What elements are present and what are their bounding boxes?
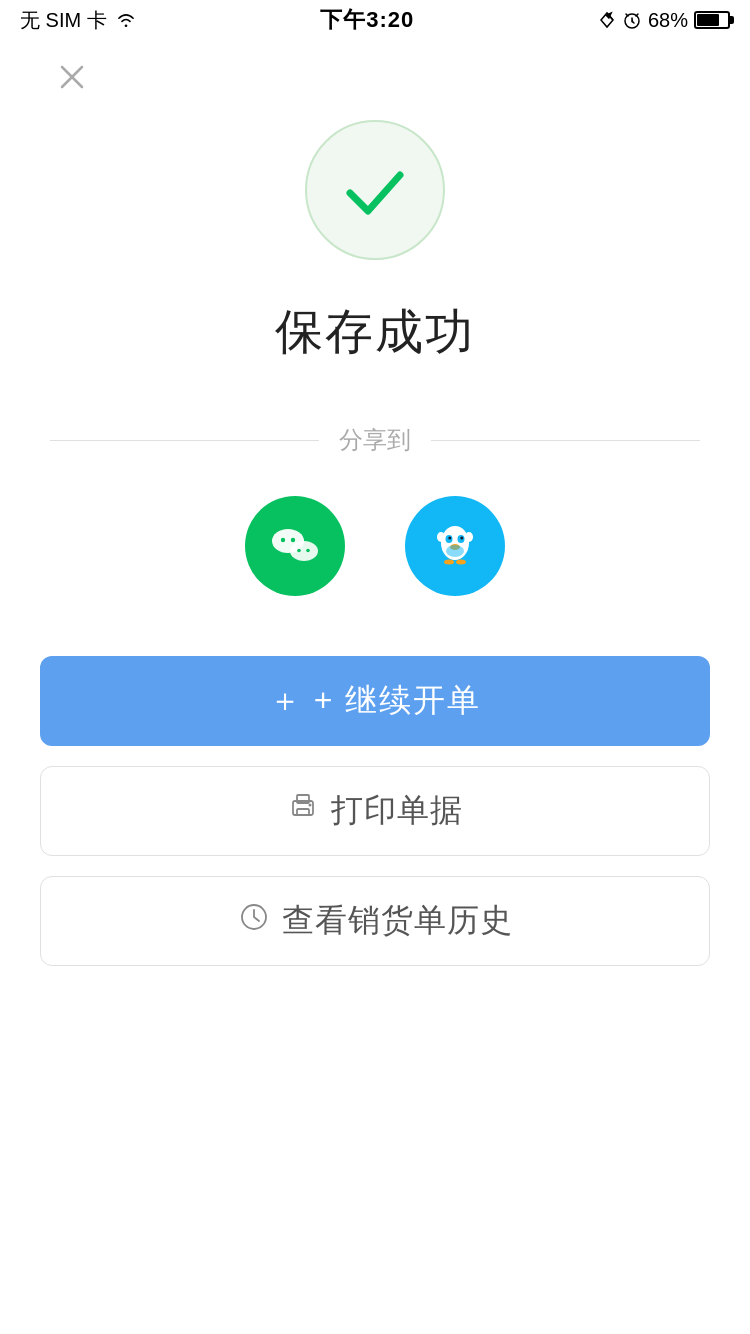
continue-order-button[interactable]: ＋ + 继续开单 [40, 656, 710, 746]
svg-point-11 [465, 532, 473, 542]
location-icon [598, 11, 616, 29]
wifi-icon [115, 12, 137, 28]
no-sim-text: 无 SIM 卡 [20, 7, 107, 34]
divider-right [431, 440, 700, 441]
wechat-icon [266, 521, 324, 571]
success-title: 保存成功 [275, 300, 475, 364]
status-left: 无 SIM 卡 [20, 7, 137, 34]
svg-point-17 [446, 545, 464, 557]
divider-left [50, 440, 319, 441]
svg-point-15 [460, 537, 463, 540]
status-right: 68% [598, 9, 730, 32]
qq-share-button[interactable] [405, 496, 505, 596]
battery-icon [694, 11, 730, 29]
share-icons [245, 496, 505, 596]
continue-label: + 继续开单 [314, 679, 482, 723]
actions: ＋ + 继续开单 打印单据 查看销货单历史 [0, 636, 750, 966]
main-content: 保存成功 分享到 [0, 40, 750, 966]
wechat-share-button[interactable] [245, 496, 345, 596]
qq-icon [426, 517, 484, 575]
svg-rect-22 [297, 809, 309, 815]
svg-point-18 [444, 560, 454, 565]
battery-percent: 68% [648, 9, 688, 32]
history-label: 查看销货单历史 [282, 899, 513, 943]
continue-icon: ＋ [269, 679, 302, 723]
svg-point-5 [281, 538, 285, 542]
print-label: 打印单据 [331, 789, 463, 833]
svg-point-6 [291, 538, 295, 542]
svg-point-14 [448, 537, 451, 540]
svg-point-8 [306, 549, 310, 553]
status-time: 下午3:20 [320, 5, 414, 35]
alarm-icon [622, 10, 642, 30]
share-label: 分享到 [339, 424, 411, 456]
print-button[interactable]: 打印单据 [40, 766, 710, 856]
close-button[interactable] [50, 55, 94, 99]
svg-point-19 [456, 560, 466, 565]
success-circle [305, 120, 445, 260]
svg-point-23 [309, 804, 312, 807]
svg-point-10 [437, 532, 445, 542]
history-icon [238, 901, 270, 941]
status-bar: 无 SIM 卡 下午3:20 68% [0, 0, 750, 40]
share-section: 分享到 [0, 424, 750, 596]
svg-point-7 [297, 549, 301, 553]
history-button[interactable]: 查看销货单历史 [40, 876, 710, 966]
print-icon [287, 791, 319, 831]
check-icon [340, 155, 410, 225]
svg-point-4 [290, 541, 318, 561]
divider-row: 分享到 [0, 424, 750, 456]
close-icon [58, 63, 86, 91]
